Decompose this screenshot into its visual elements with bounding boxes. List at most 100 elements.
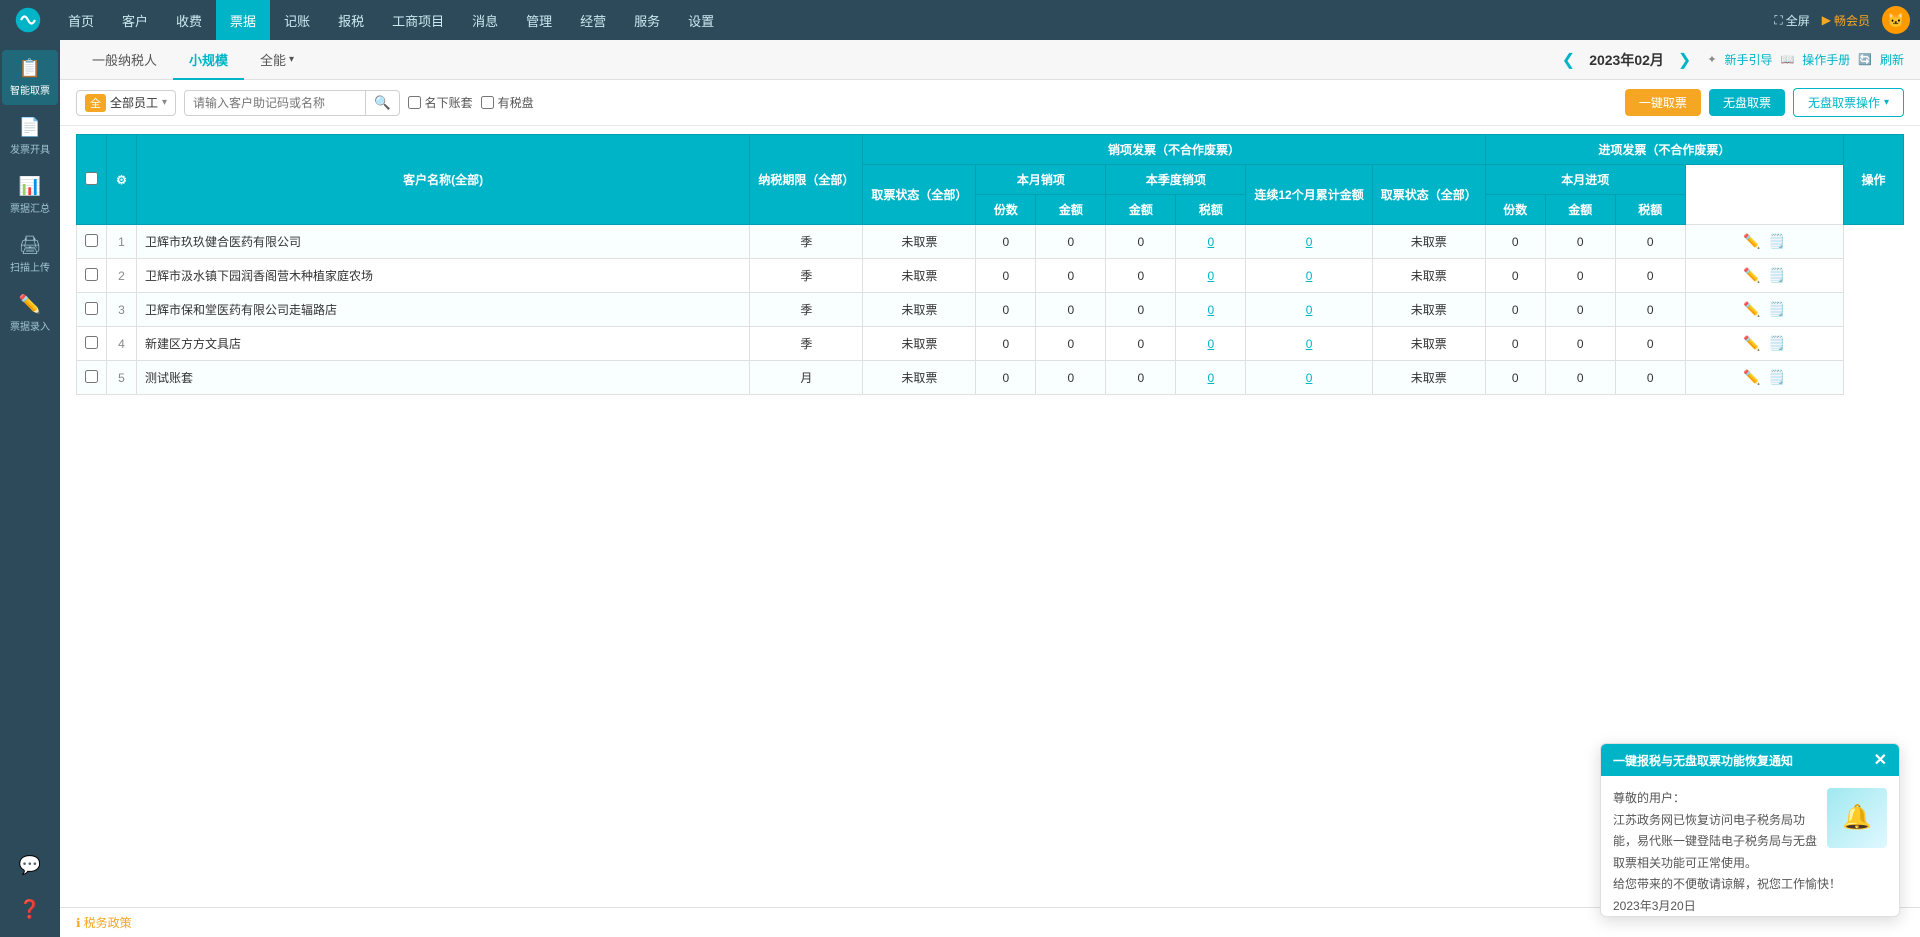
- tab-general-taxpayer[interactable]: 一般纳税人: [76, 40, 173, 80]
- row-sales-amt: 0: [1036, 225, 1106, 259]
- row-fetch-status-sales: 未取票: [863, 361, 976, 395]
- search-button[interactable]: 🔍: [365, 91, 399, 115]
- notification-close-btn[interactable]: ✕: [1874, 750, 1887, 770]
- row-in-qty: 0: [1485, 293, 1545, 327]
- row-sales-amt: 0: [1036, 259, 1106, 293]
- sidebar-message-btn[interactable]: 💬: [12, 847, 48, 883]
- row-select-checkbox[interactable]: [85, 302, 98, 315]
- no-disk-fetch-btn[interactable]: 无盘取票: [1709, 89, 1785, 116]
- nav-items: 首页 客户 收费 票据 记账 报税 工商项目 消息 管理 经营 服务 设置: [54, 0, 1774, 40]
- sidebar-item-summary[interactable]: 📊 票据汇总: [2, 168, 58, 223]
- th-in-tax: 税额: [1615, 195, 1685, 225]
- member-btn[interactable]: ▶ 畅会员: [1822, 12, 1870, 29]
- view-btn[interactable]: 🗒️: [1766, 367, 1787, 388]
- checkbox-tax-device[interactable]: 有税盘: [481, 94, 534, 111]
- row-select-checkbox[interactable]: [85, 234, 98, 247]
- edit-btn[interactable]: ✏️: [1741, 367, 1762, 388]
- row-quarter-tax: 0: [1176, 327, 1246, 361]
- checkbox-own-accounts[interactable]: 名下账套: [408, 94, 473, 111]
- search-input[interactable]: [185, 92, 365, 114]
- tab-all[interactable]: 全能 ▾: [244, 40, 310, 80]
- sidebar: 📋 智能取票 📄 发票开具 📊 票据汇总 🖨 扫描上传 ✏️ 票据录入 💬 ❓: [0, 40, 60, 937]
- nav-invoice[interactable]: 票据: [216, 0, 270, 40]
- row-in-tax: 0: [1615, 327, 1685, 361]
- row-quarter-amt: 0: [1106, 327, 1176, 361]
- view-btn[interactable]: 🗒️: [1766, 333, 1787, 354]
- nav-service[interactable]: 服务: [620, 0, 674, 40]
- row-fetch-status-purchase: 未取票: [1372, 259, 1485, 293]
- edit-btn[interactable]: ✏️: [1741, 299, 1762, 320]
- view-btn[interactable]: 🗒️: [1766, 299, 1787, 320]
- all-tag: 全: [85, 94, 106, 112]
- nav-message[interactable]: 消息: [458, 0, 512, 40]
- invoice-issue-icon: 📄: [19, 117, 41, 138]
- nav-business[interactable]: 工商项目: [378, 0, 458, 40]
- row-index: 1: [107, 225, 137, 259]
- nav-settings[interactable]: 设置: [674, 0, 728, 40]
- manual-link[interactable]: 操作手册: [1802, 51, 1850, 68]
- sidebar-bottom: 💬 ❓: [12, 847, 48, 927]
- fullscreen-icon: ⛶: [1774, 13, 1782, 28]
- summary-icon: 📊: [19, 176, 41, 197]
- row-select-checkbox[interactable]: [85, 336, 98, 349]
- employee-select[interactable]: 全 全部员工 ▾: [76, 90, 176, 116]
- row-quarter-amt: 0: [1106, 293, 1176, 327]
- tax-policy-link[interactable]: ℹ 税务政策: [76, 914, 132, 931]
- no-disk-ops-btn[interactable]: 无盘取票操作 ▾: [1793, 88, 1904, 117]
- row-client-name: 新建区方方文具店: [137, 327, 750, 361]
- row-fetch-status-sales: 未取票: [863, 327, 976, 361]
- th-month-purchase: 本月进项: [1485, 165, 1685, 195]
- sidebar-item-label: 智能取票: [10, 82, 50, 97]
- edit-btn[interactable]: ✏️: [1741, 333, 1762, 354]
- fullscreen-btn[interactable]: ⛶ 全屏: [1774, 12, 1809, 29]
- edit-btn[interactable]: ✏️: [1741, 231, 1762, 252]
- select-all-checkbox[interactable]: [85, 172, 98, 185]
- row-sales-qty: 0: [976, 225, 1036, 259]
- row-select-checkbox[interactable]: [85, 370, 98, 383]
- sidebar-item-label: 票据汇总: [10, 200, 50, 215]
- refresh-link[interactable]: 刷新: [1880, 51, 1904, 68]
- one-key-fetch-btn[interactable]: 一键取票: [1625, 89, 1701, 116]
- own-accounts-checkbox[interactable]: [408, 96, 421, 109]
- nav-accounting[interactable]: 记账: [270, 0, 324, 40]
- row-tax-period: 季: [750, 225, 863, 259]
- nav-home[interactable]: 首页: [54, 0, 108, 40]
- sidebar-item-invoice-issue[interactable]: 📄 发票开具: [2, 109, 58, 164]
- row-sales-amt: 0: [1036, 361, 1106, 395]
- view-btn[interactable]: 🗒️: [1766, 265, 1787, 286]
- row-checkbox: [77, 361, 107, 395]
- user-avatar[interactable]: 🐱: [1882, 6, 1910, 34]
- tab-small-scale[interactable]: 小规模: [173, 40, 244, 80]
- sidebar-item-smart-fetch[interactable]: 📋 智能取票: [2, 50, 58, 105]
- edit-btn[interactable]: ✏️: [1741, 265, 1762, 286]
- row-tax-period: 季: [750, 259, 863, 293]
- smart-fetch-icon: 📋: [19, 58, 41, 79]
- table-row: 3 卫辉市保和堂医药有限公司走辐路店 季 未取票 0 0 0 0 0 未取票 0…: [77, 293, 1904, 327]
- row-sales-qty: 0: [976, 327, 1036, 361]
- row-in-qty: 0: [1485, 327, 1545, 361]
- table-row: 5 测试账套 月 未取票 0 0 0 0 0 未取票 0 0 0 ✏️ 🗒️: [77, 361, 1904, 395]
- row-in-amt: 0: [1545, 259, 1615, 293]
- tax-device-checkbox[interactable]: [481, 96, 494, 109]
- nav-operation[interactable]: 经营: [566, 0, 620, 40]
- row-in-amt: 0: [1545, 225, 1615, 259]
- prev-month-btn[interactable]: ❮: [1556, 48, 1581, 72]
- view-btn[interactable]: 🗒️: [1766, 231, 1787, 252]
- nav-client[interactable]: 客户: [108, 0, 162, 40]
- sidebar-item-entry[interactable]: ✏️ 票据录入: [2, 286, 58, 341]
- new-guide-link[interactable]: 新手引导: [1725, 51, 1773, 68]
- sub-tabs-bar: 一般纳税人 小规模 全能 ▾ ❮ 2023年02月 ❯ ✦ 新手引导 📖 操作手…: [60, 40, 1920, 80]
- nav-tax[interactable]: 报税: [324, 0, 378, 40]
- row-select-checkbox[interactable]: [85, 268, 98, 281]
- top-nav: 首页 客户 收费 票据 记账 报税 工商项目 消息 管理 经营 服务 设置 ⛶ …: [0, 0, 1920, 40]
- sidebar-help-btn[interactable]: ❓: [12, 891, 48, 927]
- sidebar-item-scan[interactable]: 🖨 扫描上传: [2, 227, 58, 282]
- employee-select-label: 全部员工: [110, 94, 158, 111]
- refresh-icon: 🔄: [1858, 53, 1872, 66]
- th-fetch-status-purchase: 取票状态（全部）: [1372, 165, 1485, 225]
- row-actions: ✏️ 🗒️: [1685, 259, 1843, 293]
- nav-manage[interactable]: 管理: [512, 0, 566, 40]
- nav-fee[interactable]: 收费: [162, 0, 216, 40]
- next-month-btn[interactable]: ❯: [1672, 48, 1697, 72]
- row-in-tax: 0: [1615, 259, 1685, 293]
